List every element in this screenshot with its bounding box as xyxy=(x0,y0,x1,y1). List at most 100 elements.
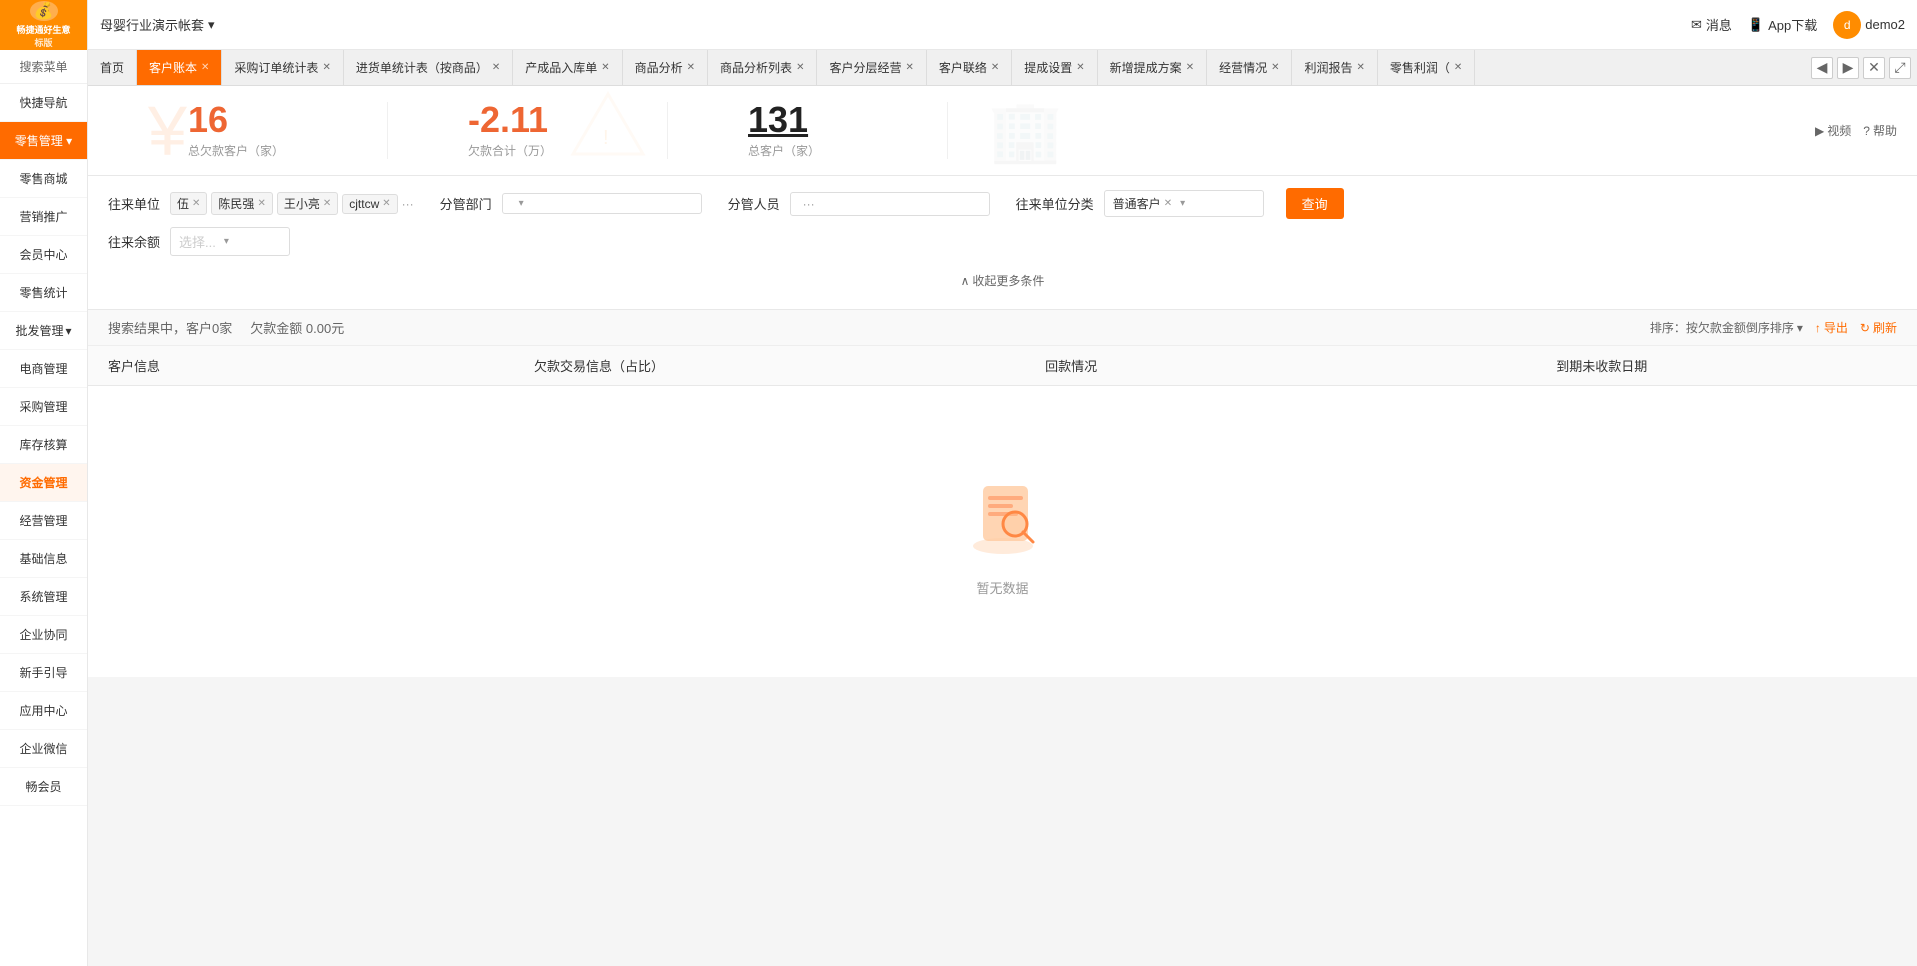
sidebar-item-purchase-mgmt[interactable]: 采购管理 xyxy=(0,388,87,426)
balance-select[interactable]: 选择... ▾ xyxy=(170,227,290,256)
sidebar-item-member[interactable]: 畅会员 xyxy=(0,768,87,806)
chevron-up-icon: ∧ xyxy=(961,274,970,288)
remove-tag-1[interactable]: ✕ xyxy=(192,198,200,209)
tab-promotion-settings[interactable]: 提成设置 ✕ xyxy=(1012,50,1097,85)
balance-label: 往来余额 xyxy=(108,232,160,251)
sidebar-item-retail-stats[interactable]: 零售统计 xyxy=(0,274,87,312)
tab-prev-btn[interactable]: ◀ xyxy=(1811,57,1833,79)
tab-close-all-btn[interactable]: ✕ xyxy=(1863,57,1885,79)
export-btn[interactable]: ↑ 导出 xyxy=(1815,319,1848,336)
tab-purchase-order[interactable]: 采购订单统计表 ✕ xyxy=(222,50,343,85)
close-tab-customer-contact[interactable]: ✕ xyxy=(991,62,999,73)
filter-tag-4: cjttcw ✕ xyxy=(342,194,397,214)
tab-customer-contact[interactable]: 客户联络 ✕ xyxy=(927,50,1012,85)
sidebar-item-finance[interactable]: 资金管理 xyxy=(0,464,87,502)
sidebar-item-operations[interactable]: 经营管理 xyxy=(0,502,87,540)
tab-inbound-stat[interactable]: 进货单统计表（按商品） ✕ xyxy=(344,50,513,85)
empty-icon xyxy=(953,466,1053,566)
tab-retail-profit[interactable]: 零售利润（ ✕ xyxy=(1378,50,1475,85)
user-profile[interactable]: d demo2 xyxy=(1833,11,1905,39)
col-header-date: 到期未收款日期 xyxy=(1556,356,1897,375)
sidebar-item-retail-mall[interactable]: 零售商城 xyxy=(0,160,87,198)
sidebar-item-basic-info[interactable]: 基础信息 xyxy=(0,540,87,578)
tab-expand-btn[interactable]: ⤢ xyxy=(1889,57,1911,79)
sort-arrow: ▾ xyxy=(1797,321,1803,335)
tab-business-situation[interactable]: 经营情况 ✕ xyxy=(1207,50,1292,85)
sidebar-item-ecommerce[interactable]: 电商管理 xyxy=(0,350,87,388)
close-tab-customer-tier[interactable]: ✕ xyxy=(905,62,913,73)
app-download-btn[interactable]: 📱 App下载 xyxy=(1748,15,1817,34)
logo-text: 畅捷通好生意 xyxy=(16,23,70,36)
person-select[interactable]: ··· xyxy=(790,192,990,216)
sidebar-item-enterprise[interactable]: 企业协同 xyxy=(0,616,87,654)
sidebar-item-retail-mgmt[interactable]: 零售管理 ▾ xyxy=(0,122,87,160)
stat1-label: 总欠款客户（家） xyxy=(188,142,284,159)
collapse-btn[interactable]: ∧ 收起更多条件 xyxy=(961,268,1045,293)
tab-customer-ledger[interactable]: 客户账本 ✕ xyxy=(137,50,222,85)
tab-profit-report[interactable]: 利润报告 ✕ xyxy=(1292,50,1377,85)
question-icon: ? xyxy=(1863,124,1870,138)
query-btn[interactable]: 查询 xyxy=(1286,188,1344,219)
sidebar-item-member-center[interactable]: 会员中心 xyxy=(0,236,87,274)
sidebar-item-wechat[interactable]: 企业微信 xyxy=(0,730,87,768)
sidebar-item-quick-nav[interactable]: 快捷导航 xyxy=(0,84,87,122)
sort-selector[interactable]: 排序：按欠款金额倒序排序 ▾ xyxy=(1650,319,1803,336)
tab-next-btn[interactable]: ▶ xyxy=(1837,57,1859,79)
stat-block-3: 131 总客户（家） xyxy=(668,102,948,159)
close-tab-business-situation[interactable]: ✕ xyxy=(1271,62,1279,73)
account-name: 母婴行业演示帐套 xyxy=(100,15,204,34)
sort-label: 排序：按欠款金额倒序排序 xyxy=(1650,319,1794,336)
help-btn[interactable]: ? 帮助 xyxy=(1863,122,1897,139)
close-tab-customer-ledger[interactable]: ✕ xyxy=(201,62,209,73)
col-header-repay: 回款情况 xyxy=(1045,356,1556,375)
close-tab-product-analysis-list[interactable]: ✕ xyxy=(796,62,804,73)
unit-class-select[interactable]: 普通客户 ✕ ▾ xyxy=(1104,190,1264,217)
refresh-btn[interactable]: ↻ 刷新 xyxy=(1860,319,1897,336)
remove-tag-3[interactable]: ✕ xyxy=(323,198,331,209)
tab-product-inbound[interactable]: 产成品入库单 ✕ xyxy=(513,50,622,85)
remove-tag-2[interactable]: ✕ xyxy=(257,198,265,209)
dept-select[interactable]: ▾ xyxy=(502,193,702,214)
sidebar-item-new-guide[interactable]: 新手引导 xyxy=(0,654,87,692)
tab-customer-tier[interactable]: 客户分层经营 ✕ xyxy=(817,50,926,85)
filter-row-2: 往来余额 选择... ▾ xyxy=(108,227,1897,256)
app-download-label: App下载 xyxy=(1768,15,1817,34)
video-btn[interactable]: ▶ 视频 xyxy=(1815,122,1851,139)
remove-unit-class[interactable]: ✕ xyxy=(1164,198,1172,209)
close-tab-promotion-settings[interactable]: ✕ xyxy=(1076,62,1084,73)
person-more: ··· xyxy=(803,197,815,211)
close-tab-inbound-stat[interactable]: ✕ xyxy=(492,62,500,73)
sidebar-search[interactable]: 搜索菜单 xyxy=(0,50,87,84)
filter-row-1: 往来单位 伍 ✕ 陈民强 ✕ 王小亮 ✕ cjttcw xyxy=(108,188,1897,219)
sidebar-item-app-center[interactable]: 应用中心 xyxy=(0,692,87,730)
message-btn[interactable]: ✉ 消息 xyxy=(1691,15,1732,34)
filter-more-btn[interactable]: ··· xyxy=(402,197,414,211)
tab-product-analysis-list[interactable]: 商品分析列表 ✕ xyxy=(708,50,817,85)
close-tab-retail-profit[interactable]: ✕ xyxy=(1454,62,1462,73)
close-tab-product-analysis[interactable]: ✕ xyxy=(687,62,695,73)
search-menu-label[interactable]: 搜索菜单 xyxy=(6,58,81,75)
sidebar-item-wholesale-mgmt[interactable]: 批发管理 ▾ xyxy=(0,312,87,350)
remove-tag-4[interactable]: ✕ xyxy=(382,198,390,209)
result-bar-right: 排序：按欠款金额倒序排序 ▾ ↑ 导出 ↻ 刷新 xyxy=(1650,319,1897,336)
sidebar-item-system[interactable]: 系统管理 xyxy=(0,578,87,616)
tab-new-promotion[interactable]: 新增提成方案 ✕ xyxy=(1098,50,1207,85)
sidebar-item-marketing[interactable]: 营销推广 xyxy=(0,198,87,236)
tab-home[interactable]: 首页 xyxy=(88,50,137,85)
filter-tags: 伍 ✕ 陈民强 ✕ 王小亮 ✕ cjttcw ✕ ··· xyxy=(170,192,414,215)
unit-label: 往来单位 xyxy=(108,194,160,213)
unit-class-tag: 普通客户 ✕ xyxy=(1113,195,1172,212)
close-tab-profit-report[interactable]: ✕ xyxy=(1357,62,1365,73)
refresh-label: 刷新 xyxy=(1873,319,1897,336)
close-tab-product-inbound[interactable]: ✕ xyxy=(601,62,609,73)
account-selector[interactable]: 母婴行业演示帐套 ▾ xyxy=(100,15,215,34)
debt-summary: 欠款金额 0.00元 xyxy=(250,321,344,336)
tab-product-analysis[interactable]: 商品分析 ✕ xyxy=(623,50,708,85)
video-label: 视频 xyxy=(1827,122,1851,139)
stat3-bg-icon: 🏢 xyxy=(988,95,1063,166)
close-tab-new-promotion[interactable]: ✕ xyxy=(1186,62,1194,73)
sidebar-item-inventory[interactable]: 库存核算 xyxy=(0,426,87,464)
close-tab-purchase-order[interactable]: ✕ xyxy=(322,62,330,73)
stats-bar-right: ▶ 视频 ? 帮助 xyxy=(1815,122,1897,139)
result-text: 搜索结果中，客户0家 xyxy=(108,321,232,336)
